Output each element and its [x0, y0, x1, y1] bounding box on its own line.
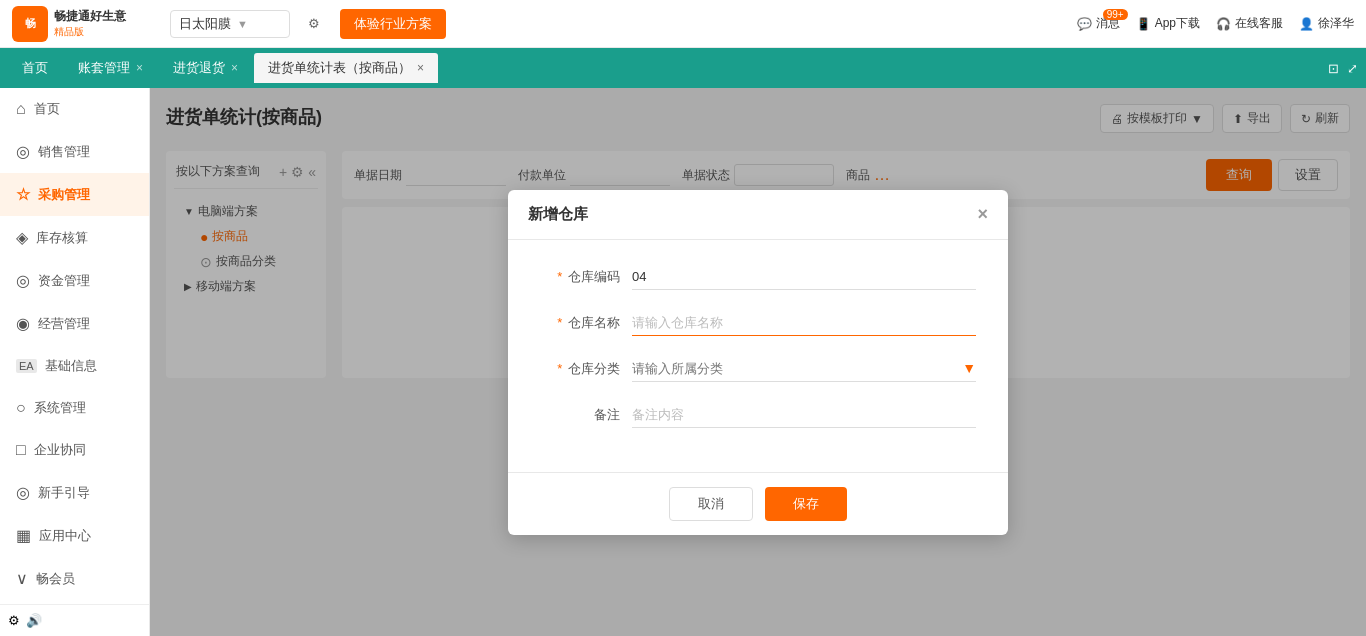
store-selector[interactable]: 日太阳膜 ▼	[170, 10, 290, 38]
tab-restore-icon[interactable]: ⊡	[1328, 61, 1339, 76]
tab-home[interactable]: 首页	[8, 53, 62, 83]
user-icon: 👤	[1299, 17, 1314, 31]
sidebar-item-operations[interactable]: ◉ 经营管理	[0, 302, 149, 345]
category-dropdown-arrow[interactable]: ▼	[962, 360, 976, 376]
app-download-btn[interactable]: 📱 App下载	[1136, 15, 1200, 32]
headset-icon: 🎧	[1216, 17, 1231, 31]
online-service-btn[interactable]: 🎧 在线客服	[1216, 15, 1283, 32]
sidebar: ⌂ 首页 ◎ 销售管理 ☆ 采购管理 ◈ 库存核算 ◎ 资金管理 ◉ 经营管理 …	[0, 88, 150, 636]
member-icon: ∨	[16, 569, 28, 588]
sidebar-label-home: 首页	[34, 100, 60, 118]
sidebar-label-sales: 销售管理	[38, 143, 90, 161]
sidebar-label-base-info: 基础信息	[45, 357, 97, 375]
tab-home-label: 首页	[22, 59, 48, 77]
system-icon: ○	[16, 399, 26, 417]
modal-backdrop: 新增仓库 × * 仓库编码 *	[150, 88, 1366, 636]
sidebar-label-operations: 经营管理	[38, 315, 90, 333]
name-input[interactable]	[632, 310, 976, 336]
add-warehouse-modal: 新增仓库 × * 仓库编码 *	[508, 190, 1008, 535]
form-row-name: * 仓库名称	[540, 310, 976, 336]
cancel-button[interactable]: 取消	[669, 487, 753, 521]
close-tab-purchase-return[interactable]: ×	[231, 61, 238, 75]
home-icon: ⌂	[16, 100, 26, 118]
tab-purchase-stats-label: 进货单统计表（按商品）	[268, 59, 411, 77]
phone-icon: 📱	[1136, 17, 1151, 31]
main-layout: ⌂ 首页 ◎ 销售管理 ☆ 采购管理 ◈ 库存核算 ◎ 资金管理 ◉ 经营管理 …	[0, 88, 1366, 636]
sidebar-item-purchase[interactable]: ☆ 采购管理	[0, 173, 149, 216]
base-info-icon: EA	[16, 359, 37, 373]
sidebar-item-system[interactable]: ○ 系统管理	[0, 387, 149, 429]
user-avatar-btn[interactable]: 👤 徐泽华	[1299, 15, 1354, 32]
finance-icon: ◎	[16, 271, 30, 290]
form-row-code: * 仓库编码	[540, 264, 976, 290]
close-tab-purchase-stats[interactable]: ×	[417, 61, 424, 75]
sidebar-label-purchase: 采购管理	[38, 186, 90, 204]
tab-purchase-stats[interactable]: 进货单统计表（按商品） ×	[254, 53, 438, 83]
sidebar-label-app-center: 应用中心	[39, 527, 91, 545]
sidebar-label-guide: 新手引导	[38, 484, 90, 502]
tab-purchase-return-label: 进货退货	[173, 59, 225, 77]
category-label: * 仓库分类	[540, 360, 620, 378]
settings-gear-icon[interactable]: ⚙	[298, 8, 330, 40]
tab-right-controls: ⊡ ⤢	[1328, 61, 1358, 76]
purchase-icon: ☆	[16, 185, 30, 204]
sidebar-settings-icon: ⚙	[8, 613, 20, 628]
sidebar-speaker-icon: 🔊	[26, 613, 42, 628]
app-logo: 畅	[12, 6, 48, 42]
inventory-icon: ◈	[16, 228, 28, 247]
category-select-wrap: ▼	[632, 356, 976, 382]
sidebar-label-system: 系统管理	[34, 399, 86, 417]
store-dropdown-arrow: ▼	[237, 18, 248, 30]
close-tab-accounts[interactable]: ×	[136, 61, 143, 75]
note-label: 备注	[540, 406, 620, 424]
code-input[interactable]	[632, 264, 976, 290]
top-header: 畅 畅捷通好生意 精品版 日太阳膜 ▼ ⚙ 体验行业方案 💬 消息 99+ 📱 …	[0, 0, 1366, 48]
sidebar-item-enterprise[interactable]: □ 企业协同	[0, 429, 149, 471]
enterprise-icon: □	[16, 441, 26, 459]
header-right: 💬 消息 99+ 📱 App下载 🎧 在线客服 👤 徐泽华	[1077, 15, 1354, 32]
save-button[interactable]: 保存	[765, 487, 847, 521]
message-icon: 💬	[1077, 17, 1092, 31]
sidebar-item-inventory[interactable]: ◈ 库存核算	[0, 216, 149, 259]
tab-accounts[interactable]: 账套管理 ×	[64, 53, 157, 83]
logo-text: 畅捷通好生意 精品版	[54, 8, 126, 39]
note-input[interactable]	[632, 402, 976, 428]
sidebar-label-finance: 资金管理	[38, 272, 90, 290]
modal-header: 新增仓库 ×	[508, 190, 1008, 240]
tab-accounts-label: 账套管理	[78, 59, 130, 77]
modal-body: * 仓库编码 * 仓库名称	[508, 240, 1008, 472]
sidebar-settings-bottom[interactable]: ⚙ 🔊	[0, 604, 149, 636]
guide-icon: ◎	[16, 483, 30, 502]
logo-area: 畅 畅捷通好生意 精品版	[12, 6, 162, 42]
sidebar-item-sales[interactable]: ◎ 销售管理	[0, 130, 149, 173]
trial-btn[interactable]: 体验行业方案	[340, 9, 446, 39]
name-label: * 仓库名称	[540, 314, 620, 332]
content-area: 进货单统计(按商品) 🖨 按模板打印 ▼ ⬆ 导出 ↻ 刷新	[150, 88, 1366, 636]
sidebar-label-enterprise: 企业协同	[34, 441, 86, 459]
modal-title: 新增仓库	[528, 205, 588, 224]
sidebar-item-home[interactable]: ⌂ 首页	[0, 88, 149, 130]
sidebar-item-base-info[interactable]: EA 基础信息	[0, 345, 149, 387]
sales-icon: ◎	[16, 142, 30, 161]
messages-btn[interactable]: 💬 消息 99+	[1077, 15, 1120, 32]
modal-footer: 取消 保存	[508, 472, 1008, 535]
operations-icon: ◉	[16, 314, 30, 333]
sidebar-item-app-center[interactable]: ▦ 应用中心	[0, 514, 149, 557]
sidebar-item-finance[interactable]: ◎ 资金管理	[0, 259, 149, 302]
modal-close-btn[interactable]: ×	[977, 204, 988, 225]
sidebar-item-guide[interactable]: ◎ 新手引导	[0, 471, 149, 514]
category-input[interactable]	[632, 356, 962, 381]
app-center-icon: ▦	[16, 526, 31, 545]
sidebar-label-inventory: 库存核算	[36, 229, 88, 247]
tab-bar: 首页 账套管理 × 进货退货 × 进货单统计表（按商品） × ⊡ ⤢	[0, 48, 1366, 88]
code-label: * 仓库编码	[540, 268, 620, 286]
tab-expand-icon[interactable]: ⤢	[1347, 61, 1358, 76]
sidebar-item-member[interactable]: ∨ 畅会员	[0, 557, 149, 600]
tab-purchase-return[interactable]: 进货退货 ×	[159, 53, 252, 83]
sidebar-label-member: 畅会员	[36, 570, 75, 588]
form-row-note: 备注	[540, 402, 976, 428]
form-row-category: * 仓库分类 ▼	[540, 356, 976, 382]
